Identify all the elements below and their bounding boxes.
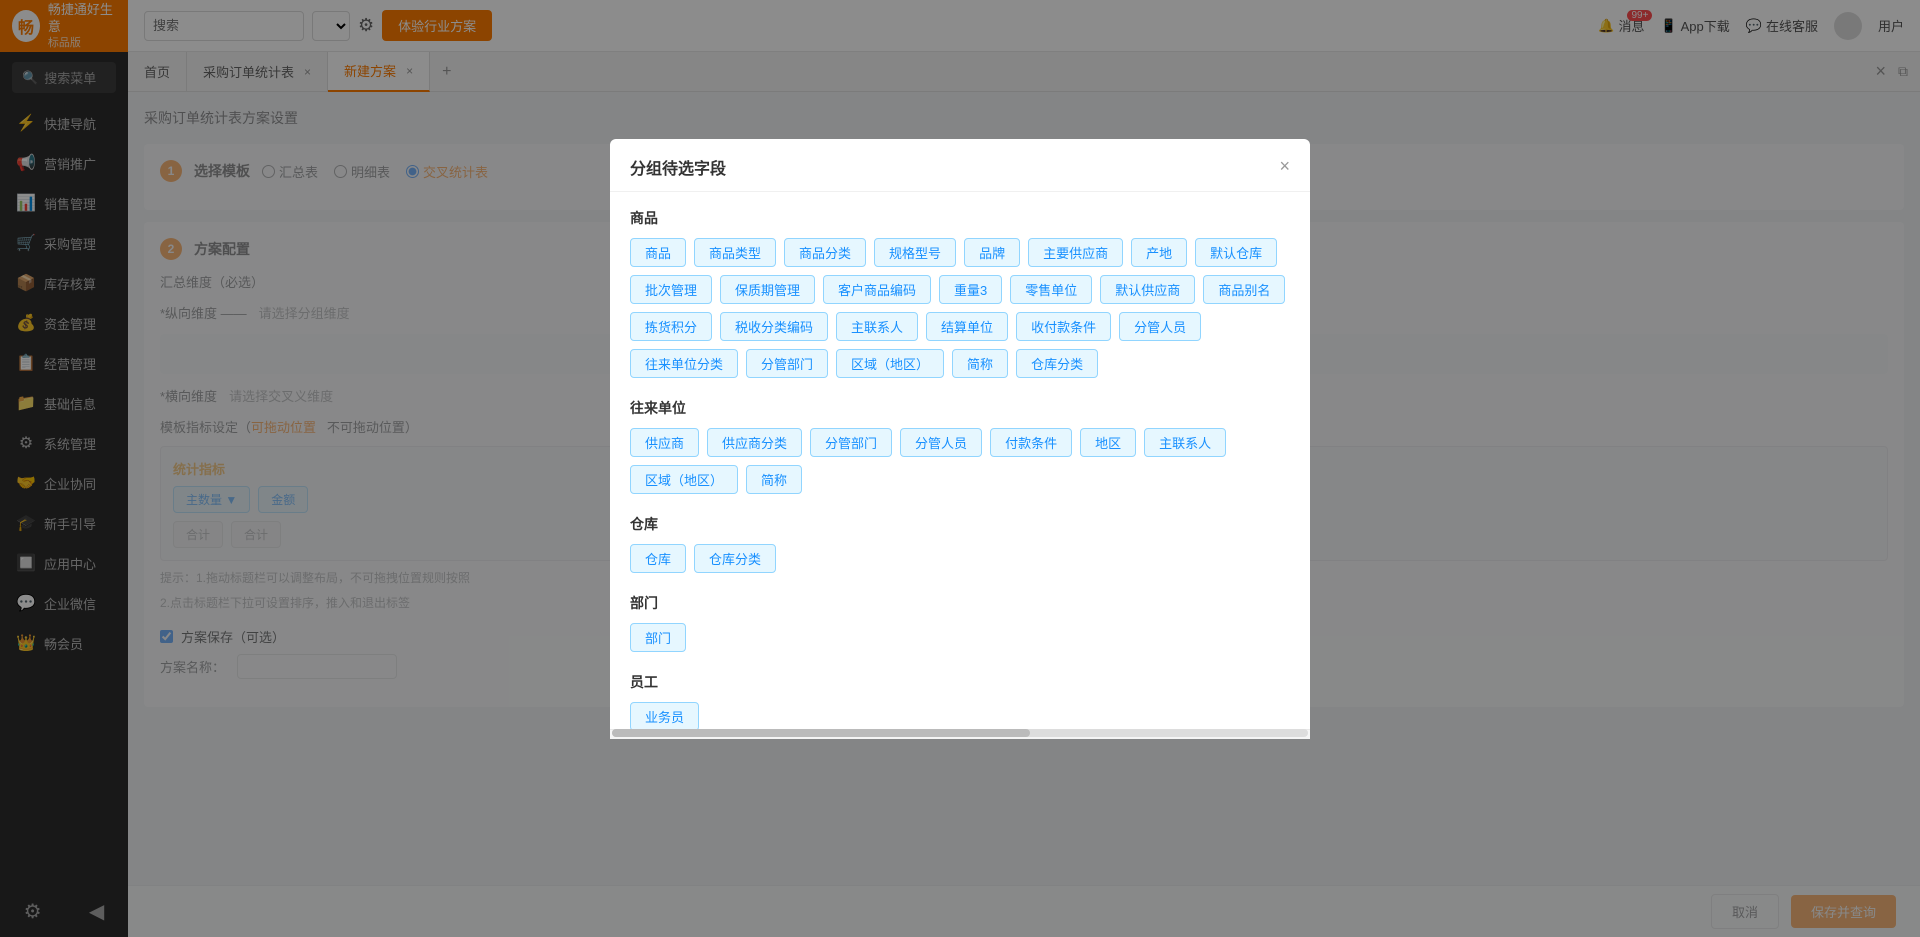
field-tag-0-16[interactable]: 税收分类编码 (720, 312, 828, 341)
field-tag-0-19[interactable]: 收付款条件 (1016, 312, 1111, 341)
field-tag-0-2[interactable]: 商品分类 (784, 238, 866, 267)
field-tag-1-7[interactable]: 区域（地区） (630, 465, 738, 494)
field-grid-4: 业务员 (630, 702, 1290, 729)
field-tag-0-18[interactable]: 结算单位 (926, 312, 1008, 341)
field-tag-0-21[interactable]: 往来单位分类 (630, 349, 738, 378)
field-tag-0-5[interactable]: 主要供应商 (1028, 238, 1123, 267)
field-tag-0-20[interactable]: 分管人员 (1119, 312, 1201, 341)
field-tag-4-0[interactable]: 业务员 (630, 702, 699, 729)
modal-section-1: 往来单位供应商供应商分类分管部门分管人员付款条件地区主联系人区域（地区） 简称 (630, 398, 1290, 494)
field-tag-0-15[interactable]: 拣货积分 (630, 312, 712, 341)
field-tag-0-23[interactable]: 区域（地区） (836, 349, 944, 378)
field-tag-1-2[interactable]: 分管部门 (810, 428, 892, 457)
field-tag-1-5[interactable]: 地区 (1080, 428, 1136, 457)
field-tag-0-14[interactable]: 商品别名 (1203, 275, 1285, 304)
field-tag-1-8[interactable]: 简称 (746, 465, 802, 494)
field-grid-0: 商品商品类型商品分类规格型号品牌主要供应商产地默认仓库批次管理保质期管理客户商品… (630, 238, 1290, 378)
modal-close-button[interactable]: × (1279, 156, 1290, 177)
modal-section-title-0: 商品 (630, 208, 1290, 228)
modal-section-title-3: 部门 (630, 593, 1290, 613)
field-tag-1-0[interactable]: 供应商 (630, 428, 699, 457)
field-tag-0-25[interactable]: 仓库分类 (1016, 349, 1098, 378)
modal-section-3: 部门部门 (630, 593, 1290, 652)
modal-header: 分组待选字段 × (610, 139, 1310, 192)
field-grid-2: 仓库仓库分类 (630, 544, 1290, 573)
modal-section-title-1: 往来单位 (630, 398, 1290, 418)
modal-section-0: 商品商品商品类型商品分类规格型号品牌主要供应商产地默认仓库批次管理保质期管理客户… (630, 208, 1290, 378)
field-tag-2-1[interactable]: 仓库分类 (694, 544, 776, 573)
modal-section-4: 员工业务员 (630, 672, 1290, 729)
field-tag-0-6[interactable]: 产地 (1131, 238, 1187, 267)
modal-section-2: 仓库仓库仓库分类 (630, 514, 1290, 573)
field-tag-0-12[interactable]: 零售单位 (1010, 275, 1092, 304)
field-tag-0-13[interactable]: 默认供应商 (1100, 275, 1195, 304)
field-tag-1-1[interactable]: 供应商分类 (707, 428, 802, 457)
field-tag-0-1[interactable]: 商品类型 (694, 238, 776, 267)
field-tag-0-0[interactable]: 商品 (630, 238, 686, 267)
field-grid-3: 部门 (630, 623, 1290, 652)
field-tag-0-8[interactable]: 批次管理 (630, 275, 712, 304)
field-grid-1: 供应商供应商分类分管部门分管人员付款条件地区主联系人区域（地区） 简称 (630, 428, 1290, 494)
field-tag-2-0[interactable]: 仓库 (630, 544, 686, 573)
field-tag-0-17[interactable]: 主联系人 (836, 312, 918, 341)
field-tag-3-0[interactable]: 部门 (630, 623, 686, 652)
field-tag-0-22[interactable]: 分管部门 (746, 349, 828, 378)
field-tag-1-4[interactable]: 付款条件 (990, 428, 1072, 457)
field-select-modal: 分组待选字段 × 商品商品商品类型商品分类规格型号品牌主要供应商产地默认仓库批次… (610, 139, 1310, 739)
modal-section-title-4: 员工 (630, 672, 1290, 692)
field-tag-0-11[interactable]: 重量3 (939, 275, 1002, 304)
field-tag-1-3[interactable]: 分管人员 (900, 428, 982, 457)
modal-overlay: 分组待选字段 × 商品商品商品类型商品分类规格型号品牌主要供应商产地默认仓库批次… (0, 0, 1920, 937)
modal-title: 分组待选字段 (630, 155, 726, 179)
modal-scroll-bar[interactable] (610, 729, 1310, 739)
field-tag-0-10[interactable]: 客户商品编码 (823, 275, 931, 304)
field-tag-0-3[interactable]: 规格型号 (874, 238, 956, 267)
field-tag-0-24[interactable]: 简称 (952, 349, 1008, 378)
field-tag-0-9[interactable]: 保质期管理 (720, 275, 815, 304)
field-tag-0-7[interactable]: 默认仓库 (1195, 238, 1277, 267)
field-tag-1-6[interactable]: 主联系人 (1144, 428, 1226, 457)
modal-section-title-2: 仓库 (630, 514, 1290, 534)
field-tag-0-4[interactable]: 品牌 (964, 238, 1020, 267)
modal-body: 商品商品商品类型商品分类规格型号品牌主要供应商产地默认仓库批次管理保质期管理客户… (610, 192, 1310, 729)
